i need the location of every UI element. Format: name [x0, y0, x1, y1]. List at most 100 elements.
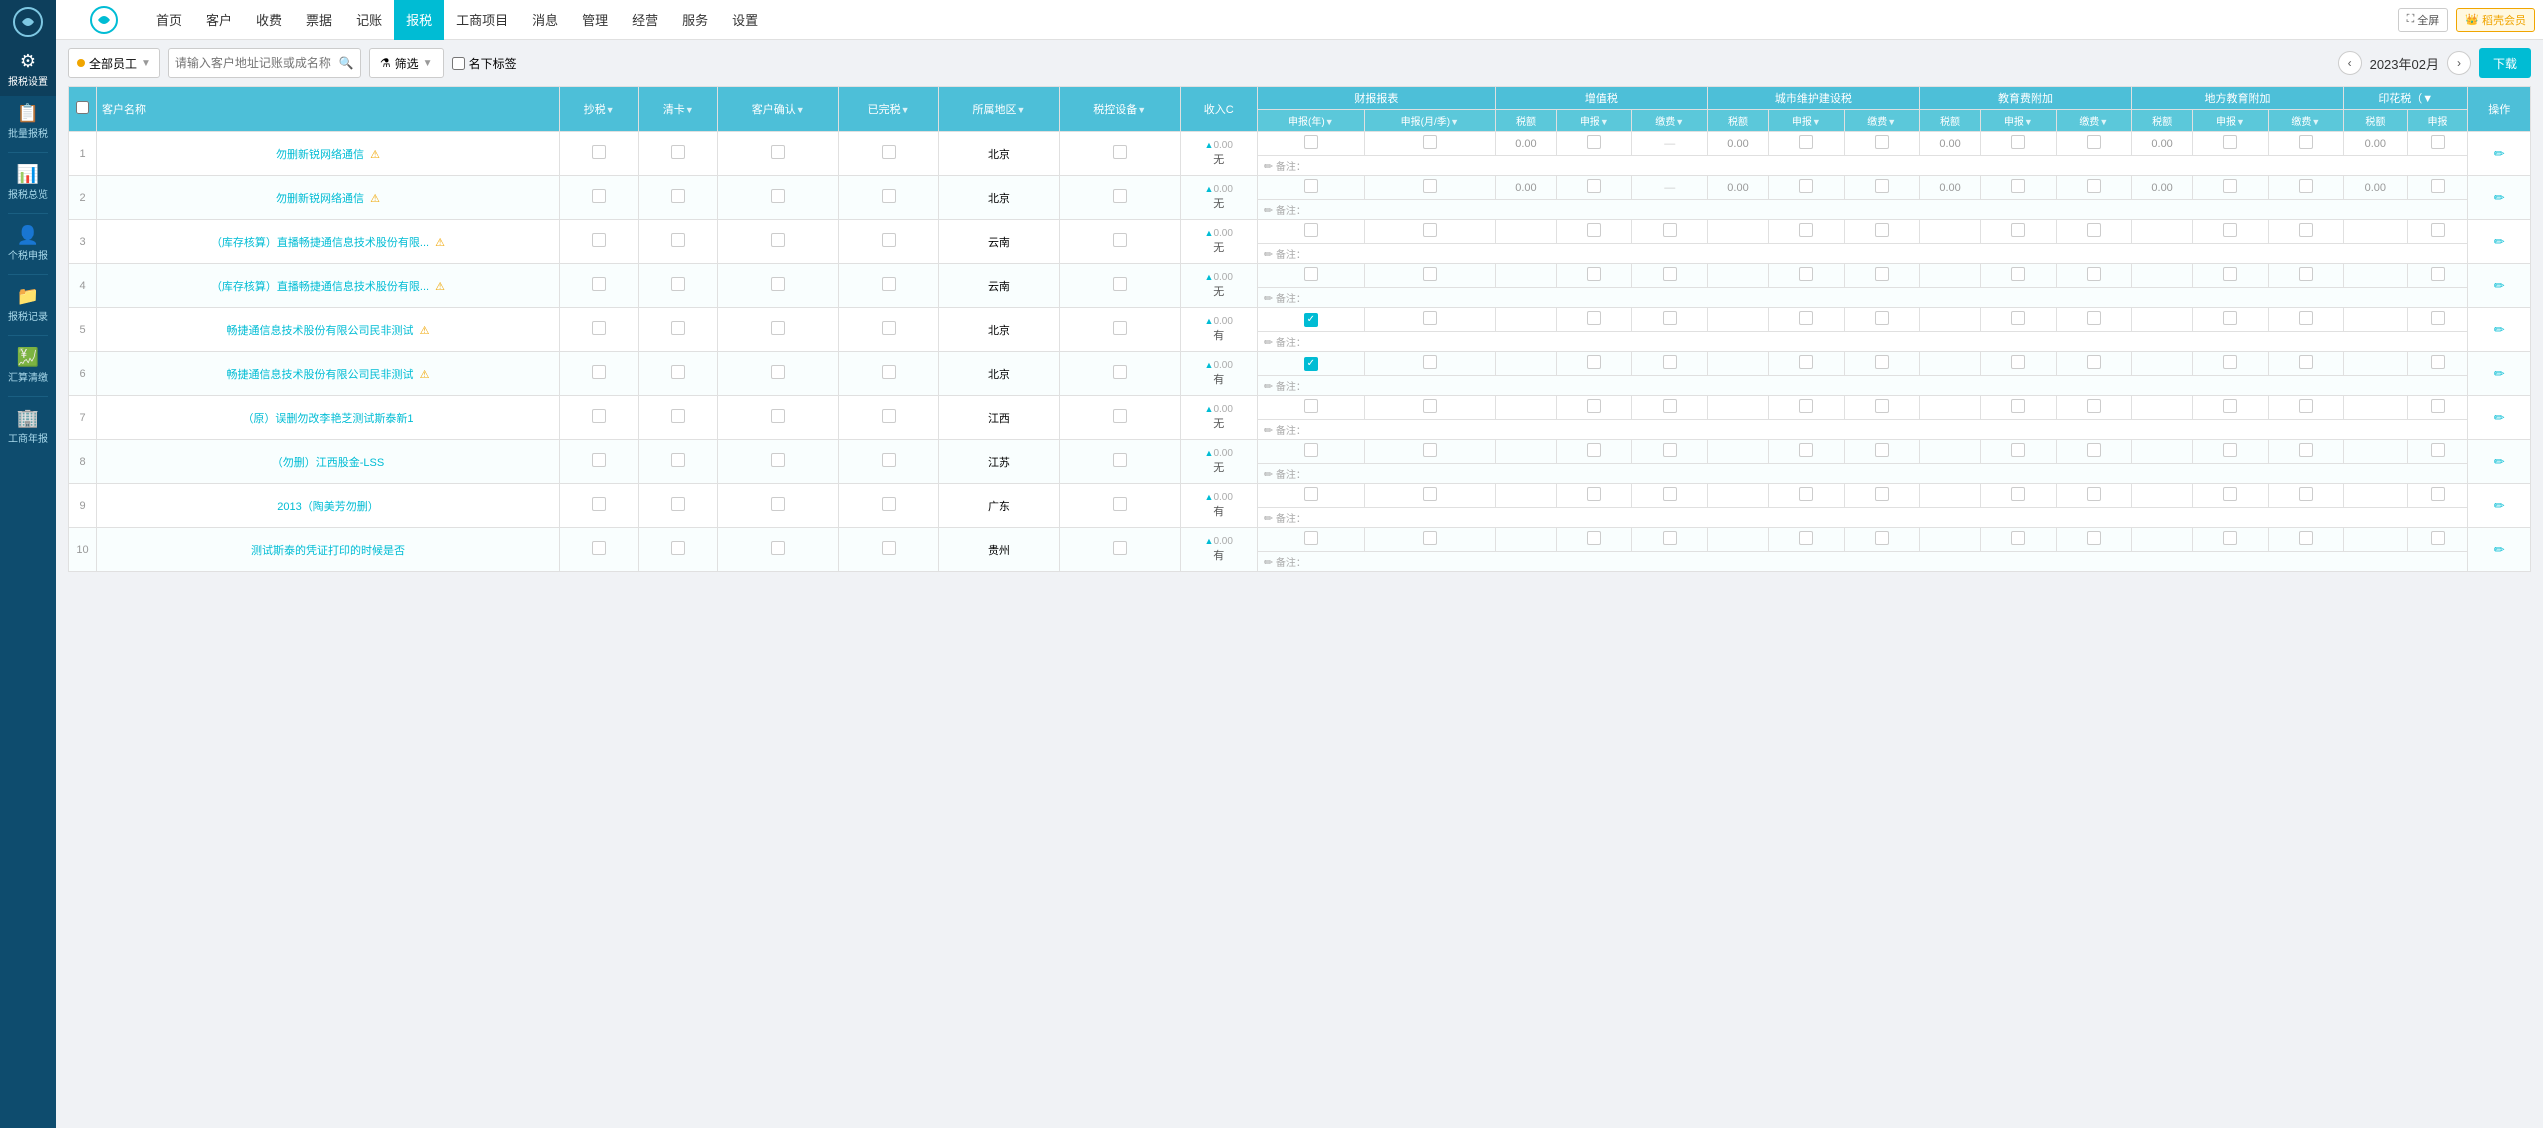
- client-name-link[interactable]: 勿删新锐网络通信: [276, 193, 364, 205]
- unchecked-box[interactable]: [882, 541, 896, 555]
- unchecked-box[interactable]: [1663, 355, 1677, 369]
- unchecked-box[interactable]: [1875, 531, 1889, 545]
- unchecked-box[interactable]: [2011, 311, 2025, 325]
- unchecked-box[interactable]: [771, 277, 785, 291]
- unchecked-box[interactable]: [1587, 355, 1601, 369]
- sidebar-item-tax-overview[interactable]: 📊 报税总览: [0, 157, 56, 209]
- unchecked-box[interactable]: [1663, 531, 1677, 545]
- unchecked-box[interactable]: [671, 365, 685, 379]
- client-name-link[interactable]: 畅捷通信息技术股份有限公司民非测试: [227, 369, 414, 381]
- unchecked-box[interactable]: [1304, 179, 1318, 193]
- unchecked-box[interactable]: [2299, 399, 2313, 413]
- unchecked-box[interactable]: [2431, 135, 2445, 149]
- nav-billing[interactable]: 收费: [244, 0, 294, 40]
- sidebar-item-batch-tax[interactable]: 📋 批量报税: [0, 96, 56, 148]
- edit-icon[interactable]: ✏: [2494, 234, 2505, 249]
- unchecked-box[interactable]: [882, 321, 896, 335]
- unchecked-box[interactable]: [1799, 267, 1813, 281]
- unchecked-box[interactable]: [1113, 453, 1127, 467]
- unchecked-box[interactable]: [671, 409, 685, 423]
- unchecked-box[interactable]: [2431, 487, 2445, 501]
- unchecked-box[interactable]: [592, 277, 606, 291]
- unchecked-box[interactable]: [1663, 311, 1677, 325]
- unchecked-box[interactable]: [1304, 267, 1318, 281]
- unchecked-box[interactable]: [2011, 399, 2025, 413]
- unchecked-box[interactable]: [2087, 311, 2101, 325]
- unchecked-box[interactable]: [771, 541, 785, 555]
- edit-icon[interactable]: ✏: [2494, 542, 2505, 557]
- unchecked-box[interactable]: [2431, 267, 2445, 281]
- sidebar-item-personal-tax[interactable]: 👤 个税申报: [0, 218, 56, 270]
- unchecked-box[interactable]: [592, 145, 606, 159]
- client-name-link[interactable]: （原）误删勿改李艳芝测试斯泰新1: [242, 413, 413, 425]
- unchecked-box[interactable]: [1663, 223, 1677, 237]
- unchecked-box[interactable]: [592, 365, 606, 379]
- unchecked-box[interactable]: [2011, 223, 2025, 237]
- unchecked-box[interactable]: [1875, 487, 1889, 501]
- unchecked-box[interactable]: [1423, 311, 1437, 325]
- unchecked-box[interactable]: [1587, 223, 1601, 237]
- employee-filter-select[interactable]: 全部员工 ▼: [68, 48, 160, 78]
- unchecked-box[interactable]: [771, 145, 785, 159]
- edit-icon[interactable]: ✏: [2494, 498, 2505, 513]
- unchecked-box[interactable]: [2431, 443, 2445, 457]
- unchecked-box[interactable]: [771, 189, 785, 203]
- unchecked-box[interactable]: [1587, 399, 1601, 413]
- unchecked-box[interactable]: [1875, 443, 1889, 457]
- sidebar-item-tax-records[interactable]: 📁 报税记录: [0, 279, 56, 331]
- unchecked-box[interactable]: [1423, 267, 1437, 281]
- unchecked-box[interactable]: [2223, 355, 2237, 369]
- unchecked-box[interactable]: [2223, 223, 2237, 237]
- unchecked-box[interactable]: [1304, 223, 1318, 237]
- unchecked-box[interactable]: [882, 497, 896, 511]
- unchecked-box[interactable]: [882, 453, 896, 467]
- unchecked-box[interactable]: [592, 497, 606, 511]
- unchecked-box[interactable]: [592, 409, 606, 423]
- nav-settings[interactable]: 设置: [720, 0, 770, 40]
- unchecked-box[interactable]: [671, 497, 685, 511]
- unchecked-box[interactable]: [671, 233, 685, 247]
- unchecked-box[interactable]: [1799, 487, 1813, 501]
- unchecked-box[interactable]: [1799, 443, 1813, 457]
- unchecked-box[interactable]: [1423, 135, 1437, 149]
- unchecked-box[interactable]: [1113, 541, 1127, 555]
- unchecked-box[interactable]: [2223, 135, 2237, 149]
- unchecked-box[interactable]: [1587, 179, 1601, 193]
- unchecked-box[interactable]: [1799, 399, 1813, 413]
- named-label-check[interactable]: [452, 57, 465, 70]
- unchecked-box[interactable]: [2011, 531, 2025, 545]
- named-label-checkbox[interactable]: 名下标签: [452, 55, 517, 72]
- unchecked-box[interactable]: [2011, 443, 2025, 457]
- unchecked-box[interactable]: [882, 409, 896, 423]
- unchecked-box[interactable]: [1113, 277, 1127, 291]
- unchecked-box[interactable]: [1799, 311, 1813, 325]
- unchecked-box[interactable]: [882, 365, 896, 379]
- unchecked-box[interactable]: [1113, 189, 1127, 203]
- filter-btn[interactable]: ⚗ 筛选 ▼: [369, 48, 444, 78]
- unchecked-box[interactable]: [1799, 223, 1813, 237]
- sidebar-item-annual-report[interactable]: 🏢 工商年报: [0, 401, 56, 453]
- unchecked-box[interactable]: [882, 189, 896, 203]
- client-name-link[interactable]: 2013（陶美芳勿删）: [277, 501, 378, 513]
- unchecked-box[interactable]: [2299, 487, 2313, 501]
- unchecked-box[interactable]: [1587, 311, 1601, 325]
- unchecked-box[interactable]: [2223, 487, 2237, 501]
- unchecked-box[interactable]: [1423, 531, 1437, 545]
- unchecked-box[interactable]: [1304, 135, 1318, 149]
- unchecked-box[interactable]: [882, 277, 896, 291]
- unchecked-box[interactable]: [2299, 311, 2313, 325]
- sidebar-item-annual-settlement[interactable]: 💹 汇算清缴: [0, 340, 56, 392]
- search-input[interactable]: [175, 56, 335, 70]
- nav-tax[interactable]: 报税: [394, 0, 444, 40]
- unchecked-box[interactable]: [2431, 179, 2445, 193]
- unchecked-box[interactable]: [2223, 443, 2237, 457]
- unchecked-box[interactable]: [1799, 531, 1813, 545]
- download-btn[interactable]: 下载: [2479, 48, 2531, 78]
- unchecked-box[interactable]: [2223, 267, 2237, 281]
- unchecked-box[interactable]: [2087, 399, 2101, 413]
- unchecked-box[interactable]: [1875, 179, 1889, 193]
- unchecked-box[interactable]: [2087, 443, 2101, 457]
- client-name-link[interactable]: （勿删）江西股金-LSS: [272, 457, 384, 469]
- unchecked-box[interactable]: [2087, 487, 2101, 501]
- unchecked-box[interactable]: [882, 145, 896, 159]
